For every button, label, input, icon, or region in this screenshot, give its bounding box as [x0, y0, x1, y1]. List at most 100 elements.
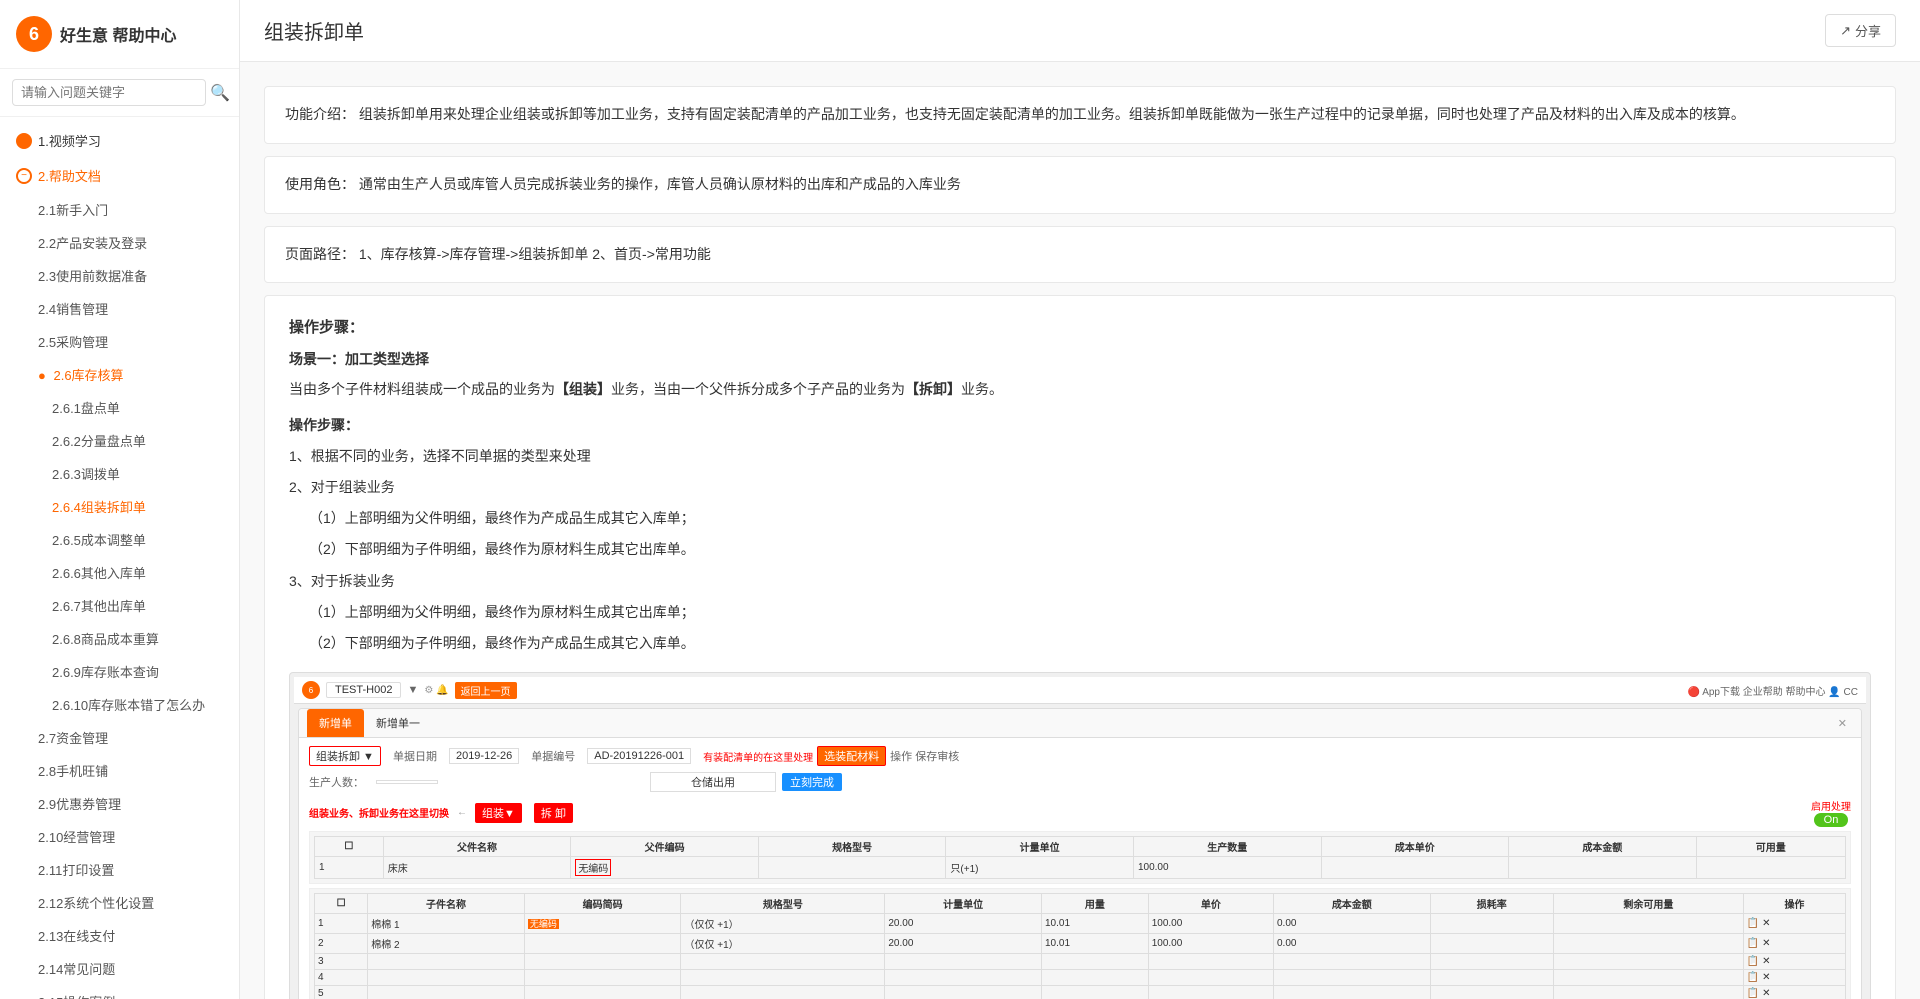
mock-count-input[interactable] [376, 780, 438, 784]
sidebar-item-2-6-2[interactable]: 2.6.2分量盘点单 [0, 424, 239, 457]
mock-type-select[interactable]: 组装拆卸 ▼ [309, 746, 381, 766]
sidebar: 6 好生意 帮助中心 🔍 + 1.视频学习 − 2.帮助文档 2.1新手入门 2… [0, 0, 240, 999]
step2-1: （1）上部明细为父件明细，最终作为产成品生成其它入库单； [289, 506, 1871, 531]
sidebar-item-2-13[interactable]: 2.13在线支付 [0, 919, 239, 952]
sidebar-item-video[interactable]: + 1.视频学习 [0, 123, 239, 158]
mock-icons: ⚙ 🔔 [424, 685, 448, 696]
mock-action-btns: 操作 保存审核 [890, 748, 959, 764]
l-cell-amount5 [1274, 986, 1431, 999]
sidebar-item-2-14[interactable]: 2.14常见问题 [0, 952, 239, 985]
cell-cost-price [1321, 857, 1509, 879]
sidebar-item-2-8[interactable]: 2.8手机旺铺 [0, 754, 239, 787]
sidebar-item-2-5[interactable]: 2.5采购管理 [0, 325, 239, 358]
path-label: 页面路径： [285, 246, 355, 262]
l-cell-1: 1 [315, 914, 368, 934]
table-row-l4: 4 [315, 970, 1846, 986]
l-cell-code5 [524, 986, 681, 999]
mock-tab-list[interactable]: 新增单一 [364, 709, 432, 737]
mock-tab-new[interactable]: 新增单 [307, 709, 364, 737]
sidebar-item-2-6-10[interactable]: 2.6.10库存账本错了怎么办 [0, 688, 239, 721]
l-cell-loss1 [1430, 914, 1553, 934]
l-cell-qty5 [1041, 986, 1148, 999]
sidebar-item-2-12[interactable]: 2.12系统个性化设置 [0, 886, 239, 919]
mock-table-upper-body: 1 床床 无编码 只(+1) [315, 857, 1846, 879]
sidebar-item-2-3[interactable]: 2.3使用前数据准备 [0, 259, 239, 292]
sidebar-item-2-10[interactable]: 2.10经营管理 [0, 820, 239, 853]
l-cell-spec1: （仅仅 +1） [681, 914, 885, 934]
annotation3-text: 组装业务、拆卸业务在这里切换 [309, 805, 449, 820]
intro-block: 功能介绍： 组装拆卸单用来处理企业组装或拆卸等加工业务，支持有固定装配清单的产品… [264, 86, 1896, 144]
l-cell-code3 [524, 954, 681, 970]
mock-on-toggle[interactable]: On [1814, 813, 1849, 827]
mock-top-bar: 6 TEST-H002 ▼ ⚙ 🔔 返回上一页 🔴 App下载 企业帮助 帮助中… [294, 677, 1866, 704]
sidebar-item-2-15[interactable]: 2.15操作案例 [0, 985, 239, 999]
l-cell-name5 [368, 986, 525, 999]
sidebar-item-2-6-9[interactable]: 2.6.9库存账本查询 [0, 655, 239, 688]
sidebar-item-2-9[interactable]: 2.9优惠券管理 [0, 787, 239, 820]
search-area: 🔍 [0, 69, 239, 117]
share-button[interactable]: ↗ 分享 [1825, 14, 1896, 47]
minus-circle-icon: ● [38, 368, 46, 383]
mock-type-row: 组装业务、拆卸业务在这里切换 ← 组装▼ 拆 卸 启用处理 On [309, 798, 1851, 827]
sidebar-item-docs[interactable]: − 2.帮助文档 [0, 158, 239, 193]
mock-form-area: 组装拆卸 ▼ 单据日期 2019-12-26 单据编号 AD-20191226-… [299, 738, 1861, 999]
mock-form-row1: 组装拆卸 ▼ 单据日期 2019-12-26 单据编号 AD-20191226-… [309, 746, 1851, 766]
sidebar-item-2-6-1[interactable]: 2.6.1盘点单 [0, 391, 239, 424]
l-cell-op4: 📋 ✕ [1743, 970, 1845, 986]
mock-bill-value: AD-20191226-001 [587, 748, 691, 764]
l-cell-loss5 [1430, 986, 1553, 999]
l-cell-amount1: 0.00 [1274, 914, 1431, 934]
scene1-title: 场景一：加工类型选择 [289, 349, 1871, 369]
table-row-l2: 2 棉棉 2 （仅仅 +1） 20.00 10.01 100.00 [315, 934, 1846, 954]
search-button[interactable]: 🔍 [210, 83, 230, 103]
sidebar-item-2-11[interactable]: 2.11打印设置 [0, 853, 239, 886]
mock-config-btn[interactable]: 选装配材料 [817, 746, 886, 766]
l-cell-qty3 [1041, 954, 1148, 970]
search-input[interactable] [12, 79, 206, 106]
l-cell-spec4 [681, 970, 885, 986]
l-cell-spec2: （仅仅 +1） [681, 934, 885, 954]
sidebar-item-2-6-8[interactable]: 2.6.8商品成本重算 [0, 622, 239, 655]
l-cell-amount4 [1274, 970, 1431, 986]
mock-app-id: TEST-H002 [326, 682, 401, 698]
l-cell-qty1: 10.01 [1041, 914, 1148, 934]
mock-confirm-btn[interactable]: 立刻完成 [782, 773, 842, 791]
mock-table-lower-head: ☐ 子件名称 编码简码 规格型号 计量单位 用量 单价 [315, 894, 1846, 914]
mock-toggle-area: 仓储出用 立刻完成 [650, 772, 842, 792]
cell-avail [1696, 857, 1845, 879]
col-qty: 生产数量 [1133, 837, 1321, 857]
annotation4-text: 启用处理 [1811, 798, 1851, 813]
col-avail: 可用量 [1696, 837, 1845, 857]
table-row-l1: 1 棉棉 1 无编码 （仅仅 +1） 20.00 [315, 914, 1846, 934]
role-label: 使用角色： [285, 176, 355, 192]
mock-nav-btn: 返回上一页 [455, 682, 517, 699]
sidebar-item-2-6[interactable]: ● 2.6库存核算 [0, 358, 239, 391]
mock-table-upper: ☐ 父件名称 父件编码 规格型号 计量单位 生产数量 成本单价 [314, 836, 1846, 879]
col-l-spec: 规格型号 [681, 894, 885, 914]
sidebar-item-2-6-6[interactable]: 2.6.6其他入库单 [0, 556, 239, 589]
table-header-row: ☐ 父件名称 父件编码 规格型号 计量单位 生产数量 成本单价 [315, 837, 1846, 857]
sidebar-item-2-4[interactable]: 2.4销售管理 [0, 292, 239, 325]
sidebar-item-2-6-5[interactable]: 2.6.5成本调整单 [0, 523, 239, 556]
mock-type-input[interactable]: 拆 卸 [534, 803, 573, 823]
mock-annotation-area1: 有装配清单的在这里处理 选装配材料 操作 保存审核 [703, 746, 959, 766]
l-cell-op3: 📋 ✕ [1743, 954, 1845, 970]
mock-lower-table: ☐ 子件名称 编码简码 规格型号 计量单位 用量 单价 [309, 888, 1851, 999]
l-cell-price3 [1148, 954, 1273, 970]
cell-code: 无编码 [571, 857, 759, 879]
l-cell-5: 5 [315, 986, 368, 999]
mock-close-icon[interactable]: ✕ [1832, 715, 1853, 732]
mock-window-tabs: 新增单 新增单一 ✕ [299, 709, 1861, 738]
sidebar-item-2-2[interactable]: 2.2产品安装及登录 [0, 226, 239, 259]
sidebar-item-2-1[interactable]: 2.1新手入门 [0, 193, 239, 226]
sidebar-item-2-6-3[interactable]: 2.6.3调拨单 [0, 457, 239, 490]
step2-2: （2）下部明细为子件明细，最终作为原材料生成其它出库单。 [289, 537, 1871, 562]
sidebar-item-2-7[interactable]: 2.7资金管理 [0, 721, 239, 754]
sidebar-item-2-6-4[interactable]: 2.6.4组装拆卸单 [0, 490, 239, 523]
mock-store-input[interactable]: 仓储出用 [650, 772, 776, 792]
annotation1-text: 有装配清单的在这里处理 [703, 749, 813, 764]
steps-block: 操作步骤： 场景一：加工类型选择 当由多个子件材料组装成一个成品的业务为【组装】… [264, 295, 1896, 999]
sidebar-item-2-6-7[interactable]: 2.6.7其他出库单 [0, 589, 239, 622]
mock-icons-right: 🔴 App下载 企业帮助 帮助中心 👤 CC [1688, 683, 1858, 698]
mock-assembly-select[interactable]: 组装▼ [475, 803, 522, 823]
